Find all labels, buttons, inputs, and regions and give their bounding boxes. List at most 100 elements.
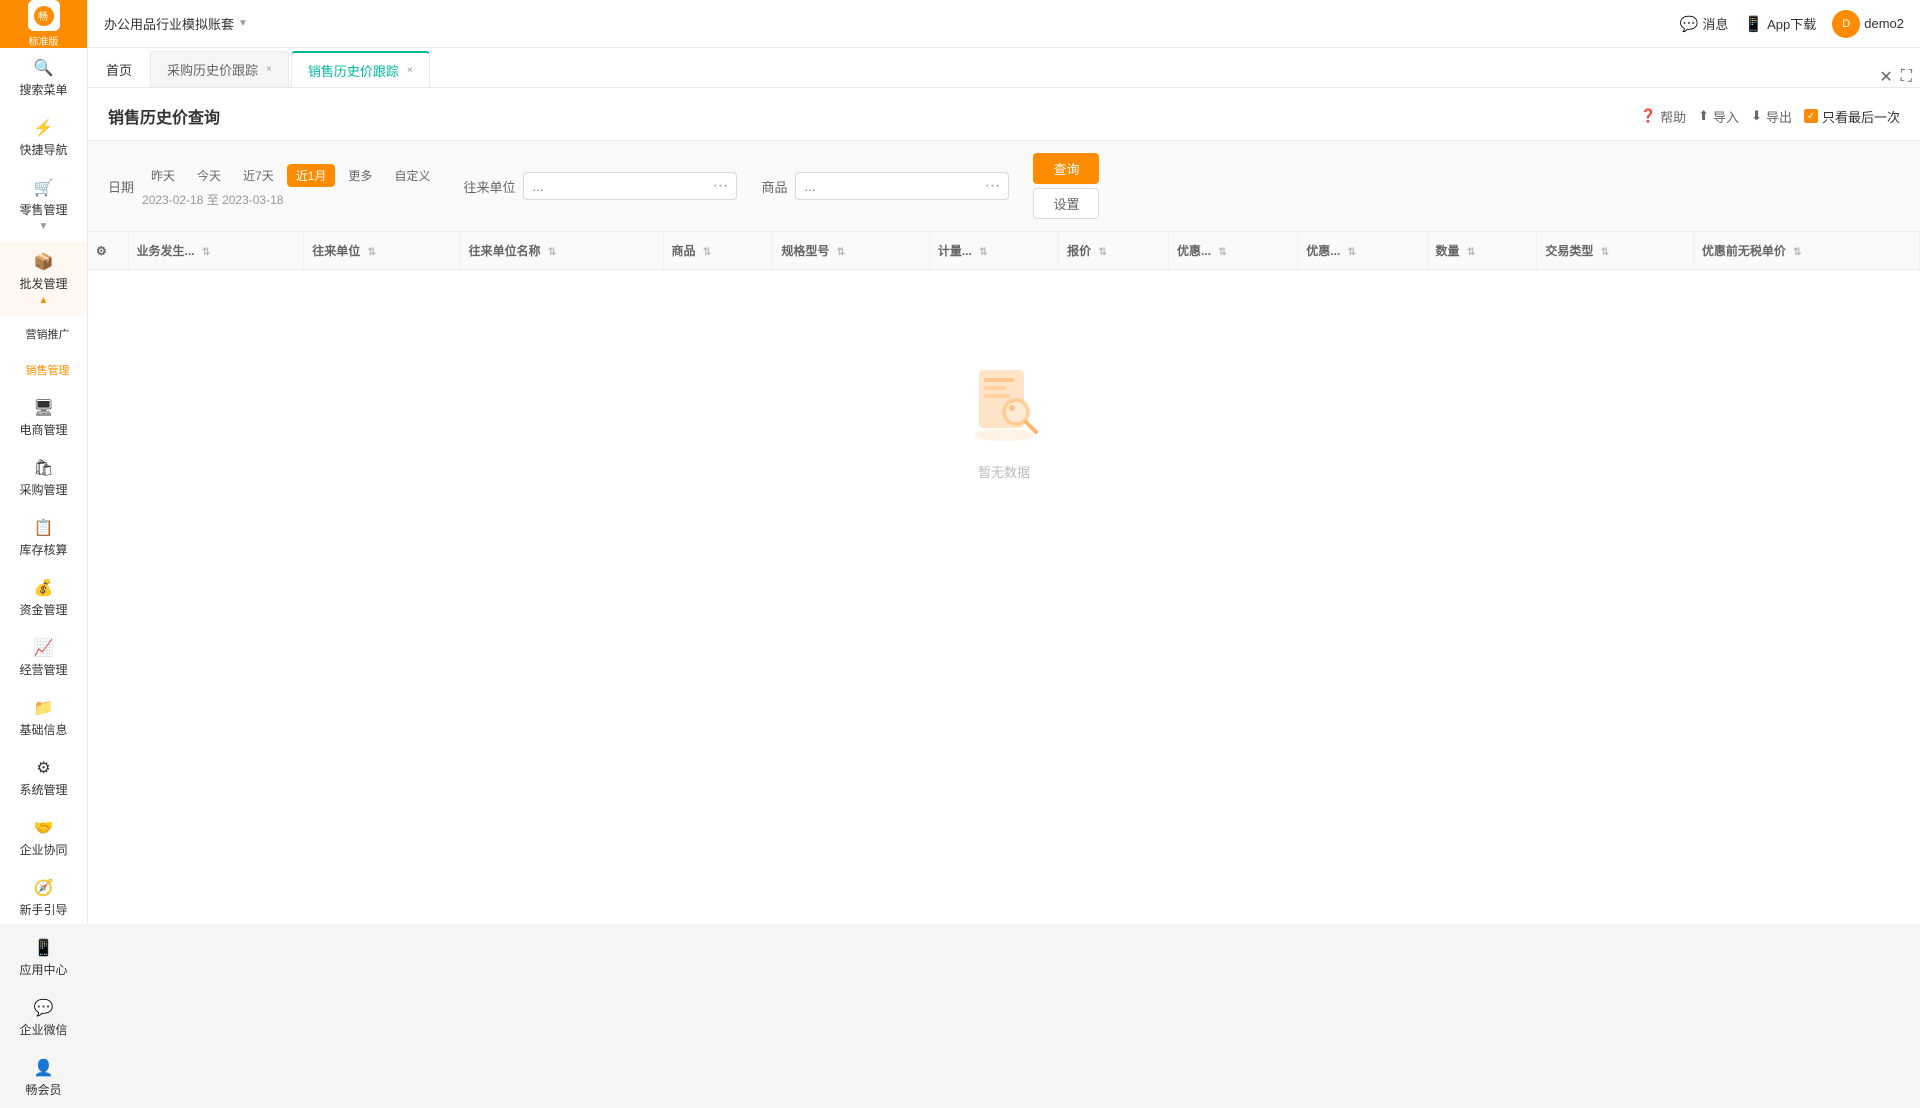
date-btn-custom[interactable]: 自定义: [385, 164, 439, 187]
app-download-button[interactable]: 📱 App下载: [1744, 14, 1816, 33]
logo-icon: 畅: [28, 0, 60, 31]
date-btn-today[interactable]: 今天: [188, 164, 230, 187]
th-price[interactable]: 报价 ⇅: [1059, 232, 1169, 270]
sidebar-item-member[interactable]: 👤 畅会员: [0, 1048, 87, 1108]
product-dots: ···: [984, 177, 1000, 195]
tab-home[interactable]: 首页: [90, 51, 148, 87]
inventory-icon: 📋: [34, 518, 54, 538]
sidebar-item-purchase[interactable]: 🛍 采购管理: [0, 448, 87, 508]
date-btn-7days[interactable]: 近7天: [234, 164, 283, 187]
gear-icon[interactable]: ⚙: [96, 244, 107, 258]
sidebar: 畅 标准版 🔍 搜索菜单 ⚡ 快捷导航 🛒 零售管理 ▼ 📦 批发管理 ▲ 营销…: [0, 0, 88, 924]
sort-icon-discount1: ⇅: [1218, 247, 1226, 258]
sidebar-item-enterprise[interactable]: 🤝 企业协同: [0, 808, 87, 868]
sidebar-item-wechat[interactable]: 💬 企业微信: [0, 988, 87, 1048]
th-spec[interactable]: 规格型号 ⇅: [773, 232, 929, 270]
tab-purchase[interactable]: 采购历史价跟踪 ×: [150, 51, 289, 87]
sort-icon-biz-date: ⇅: [202, 247, 210, 258]
close-window-icon[interactable]: ✕: [1879, 67, 1892, 87]
sort-icon-discount2: ⇅: [1348, 247, 1356, 258]
sort-icon-unit: ⇅: [979, 247, 987, 258]
sidebar-item-purchase-label: 采购管理: [19, 481, 67, 498]
settings-button[interactable]: 设置: [1033, 188, 1099, 219]
sort-icon-pretax-price: ⇅: [1793, 247, 1801, 258]
th-partner-name-label: 往来单位名称: [469, 244, 541, 258]
sidebar-item-sales-mgmt[interactable]: 销售管理: [0, 352, 87, 388]
th-gear[interactable]: ⚙: [88, 232, 128, 270]
th-discount1[interactable]: 优惠... ⇅: [1168, 232, 1297, 270]
only-last-checkbox-label[interactable]: 只看最后一次: [1804, 107, 1900, 126]
sort-icon-partner-code: ⇅: [368, 247, 376, 258]
th-unit-label: 计量...: [938, 244, 972, 258]
date-filter: 日期 昨天 今天 近7天 近1月 更多 自定义 2023-02-18 至 202…: [108, 164, 439, 208]
th-partner-code[interactable]: 往来单位 ⇅: [304, 232, 460, 270]
sidebar-item-wholesale[interactable]: 📦 批发管理 ▲: [0, 242, 87, 316]
date-options: 昨天 今天 近7天 近1月 更多 自定义: [142, 164, 439, 187]
empty-icon: [954, 350, 1054, 450]
tab-sales[interactable]: 销售历史价跟踪 ×: [291, 51, 430, 87]
search-icon: 🔍: [34, 58, 54, 78]
sidebar-item-retail[interactable]: 🛒 零售管理 ▼: [0, 168, 87, 242]
sidebar-item-search[interactable]: 🔍 搜索菜单: [0, 48, 87, 108]
sidebar-item-inventory-label: 库存核算: [19, 541, 67, 558]
partner-dots: ···: [712, 177, 728, 195]
help-label: 帮助: [1660, 107, 1686, 126]
partner-filter-label: 往来单位: [463, 177, 515, 196]
partner-input[interactable]: [532, 179, 712, 194]
sidebar-item-enterprise-label: 企业协同: [19, 841, 67, 858]
product-input[interactable]: [804, 179, 984, 194]
sidebar-item-ops[interactable]: 📈 经营管理: [0, 628, 87, 688]
date-btn-more[interactable]: 更多: [339, 164, 381, 187]
th-pretax-price[interactable]: 优惠前无税单价 ⇅: [1693, 232, 1919, 270]
message-button[interactable]: 💬 消息: [1680, 14, 1729, 33]
sidebar-item-shortcut[interactable]: ⚡ 快捷导航: [0, 108, 87, 168]
sidebar-item-app-center[interactable]: 📱 应用中心: [0, 928, 87, 988]
th-product[interactable]: 商品 ⇅: [663, 232, 773, 270]
workspace-selector[interactable]: 办公用品行业模拟账套 ▼: [104, 14, 248, 33]
import-label: 导入: [1713, 107, 1739, 126]
product-input-wrap[interactable]: ···: [795, 172, 1009, 200]
sidebar-item-wechat-label: 企业微信: [19, 1021, 67, 1038]
finance-icon: 💰: [34, 578, 54, 598]
date-filter-label: 日期: [108, 177, 134, 196]
member-icon: 👤: [34, 1058, 54, 1078]
message-label: 消息: [1702, 14, 1728, 33]
date-btn-1month[interactable]: 近1月: [287, 164, 336, 187]
date-btn-yesterday[interactable]: 昨天: [142, 164, 184, 187]
avatar: D: [1832, 10, 1860, 38]
th-trade-type[interactable]: 交易类型 ⇅: [1537, 232, 1693, 270]
user-profile[interactable]: D demo2: [1832, 10, 1904, 38]
export-label: 导出: [1766, 107, 1792, 126]
partner-input-wrap[interactable]: ···: [523, 172, 737, 200]
svg-text:畅: 畅: [38, 10, 48, 23]
only-last-checkbox[interactable]: [1804, 109, 1818, 123]
tab-sales-close[interactable]: ×: [407, 65, 413, 76]
sidebar-item-ecommerce[interactable]: 🖥 电商管理: [0, 388, 87, 448]
data-table: ⚙ 业务发生... ⇅ 往来单位 ⇅ 往来单位名称 ⇅: [88, 232, 1920, 270]
sidebar-item-finance[interactable]: 💰 资金管理: [0, 568, 87, 628]
help-button[interactable]: ❓ 帮助: [1640, 107, 1686, 126]
th-unit[interactable]: 计量... ⇅: [929, 232, 1058, 270]
sidebar-item-marketing[interactable]: 营销推广: [0, 316, 87, 352]
empty-state: 暂无数据: [88, 270, 1920, 561]
tab-purchase-close[interactable]: ×: [266, 64, 272, 75]
page-header-actions: ❓ 帮助 ⬆ 导入 ⬇ 导出 只看最后一次: [1640, 107, 1900, 126]
filter-area: 日期 昨天 今天 近7天 近1月 更多 自定义 2023-02-18 至 202…: [88, 141, 1920, 232]
logo-text: 标准版: [29, 33, 59, 48]
sidebar-item-inventory[interactable]: 📋 库存核算: [0, 508, 87, 568]
th-biz-date[interactable]: 业务发生... ⇅: [128, 232, 304, 270]
sidebar-item-basic[interactable]: 📁 基础信息: [0, 688, 87, 748]
maximize-icon[interactable]: ⛶: [1901, 68, 1912, 86]
query-button[interactable]: 查询: [1033, 153, 1099, 184]
sidebar-item-app-center-label: 应用中心: [19, 961, 67, 978]
import-button[interactable]: ⬆ 导入: [1698, 107, 1739, 126]
th-discount2[interactable]: 优惠... ⇅: [1298, 232, 1427, 270]
sidebar-item-system[interactable]: ⚙ 系统管理: [0, 748, 87, 808]
th-partner-name[interactable]: 往来单位名称 ⇅: [460, 232, 663, 270]
wechat-icon: 💬: [34, 998, 54, 1018]
export-button[interactable]: ⬇ 导出: [1751, 107, 1792, 126]
sidebar-item-guide[interactable]: 🧭 新手引导: [0, 868, 87, 928]
th-quantity[interactable]: 数量 ⇅: [1427, 232, 1537, 270]
sidebar-item-retail-label: 零售管理: [19, 201, 67, 218]
page-header: 销售历史价查询 ❓ 帮助 ⬆ 导入 ⬇ 导出 只看最后一次: [88, 88, 1920, 141]
